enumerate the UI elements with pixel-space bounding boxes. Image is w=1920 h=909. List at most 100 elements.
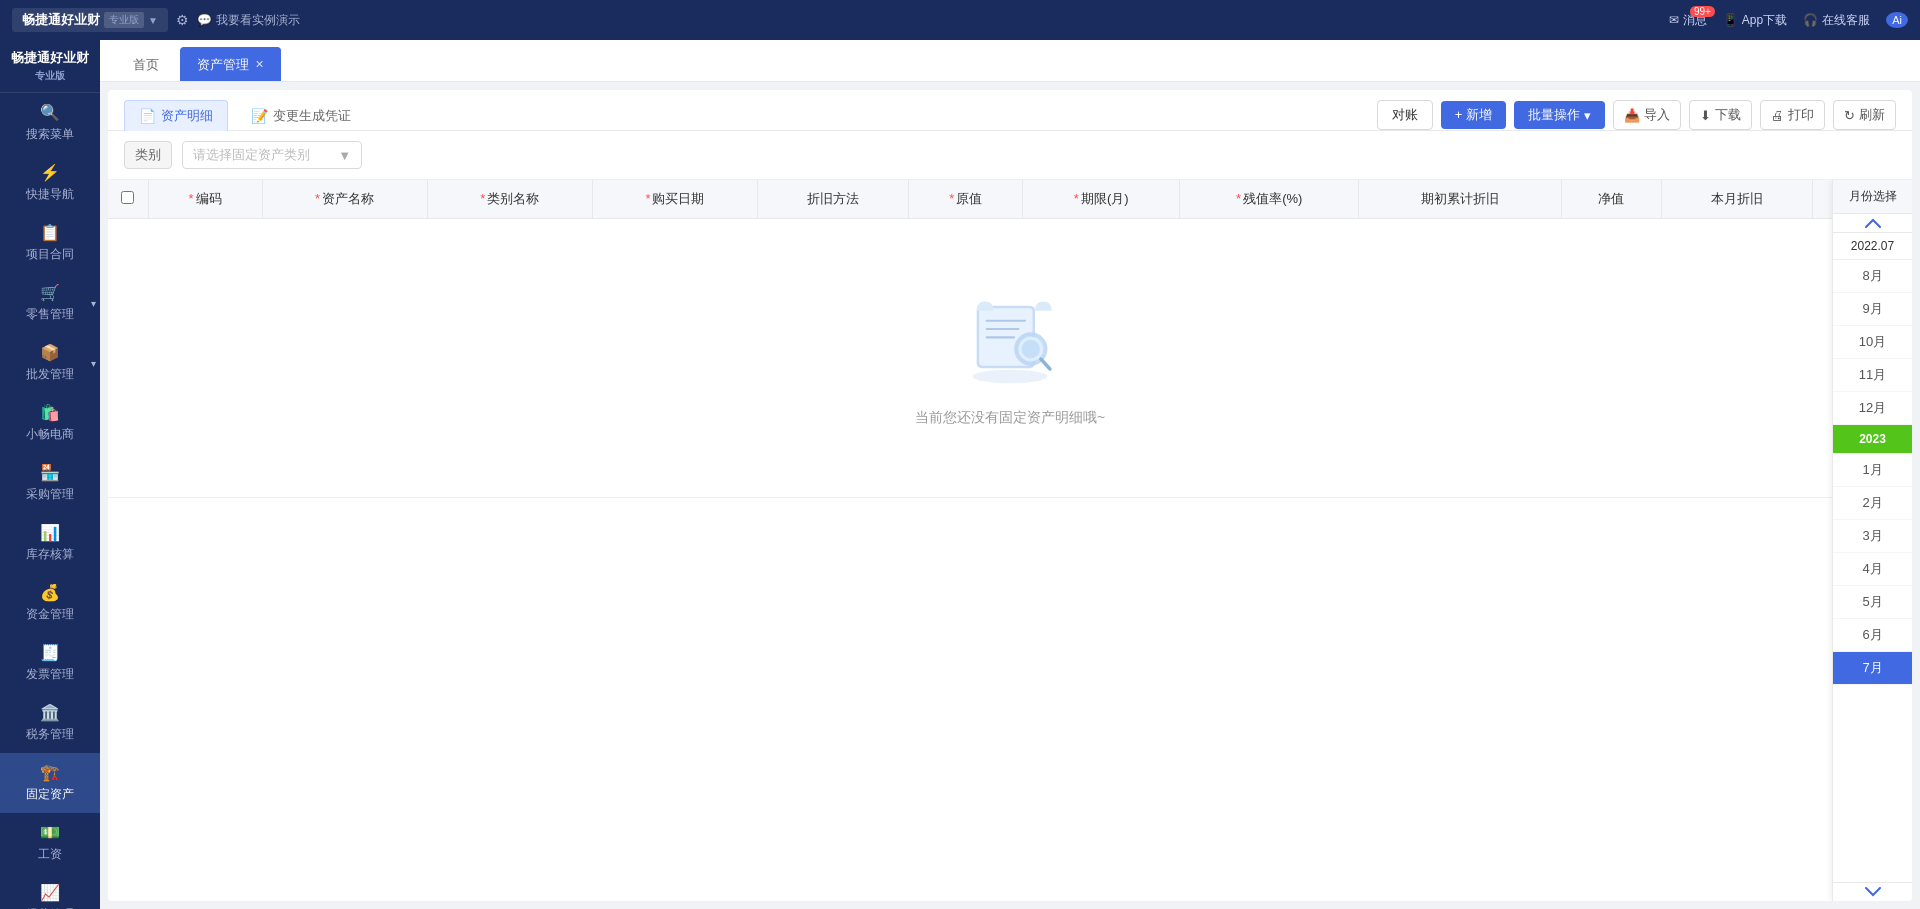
print-icon: 🖨 <box>1771 108 1784 123</box>
filter-bar: 类别 请选择固定资产类别 ▼ <box>108 131 1912 180</box>
sidebar-item-ecommerce[interactable]: 🛍️ 小畅电商 <box>0 393 100 453</box>
th-name: *资产名称 <box>262 180 427 219</box>
sidebar-item-finance[interactable]: 💰 资金管理 <box>0 573 100 633</box>
sidebar-item-inventory[interactable]: 📊 库存核算 <box>0 513 100 573</box>
management-icon: 📈 <box>40 883 60 902</box>
month-3[interactable]: 3月 <box>1833 520 1912 553</box>
sidebar-label-fixed: 固定资产 <box>26 786 74 803</box>
batch-button[interactable]: 批量操作 ▾ <box>1514 101 1605 129</box>
empty-illustration <box>950 289 1070 389</box>
month-6[interactable]: 6月 <box>1833 619 1912 652</box>
sidebar-label-wholesale: 批发管理 <box>26 366 74 383</box>
dropdown-icon: ▼ <box>148 15 158 26</box>
empty-state: 当前您还没有固定资产明细哦~ <box>120 229 1900 487</box>
sidebar-label-salary: 工资 <box>38 846 62 863</box>
month-list: 8月 9月 10月 11月 12月 2023 1月 2月 3月 4月 5月 6月… <box>1833 260 1912 882</box>
month-11[interactable]: 11月 <box>1833 359 1912 392</box>
logo-text: 畅捷通好业财 <box>8 50 92 67</box>
refresh-button[interactable]: ↻ 刷新 <box>1833 100 1896 130</box>
month-panel-up-arrow[interactable] <box>1833 214 1912 233</box>
change-voucher-icon: 📝 <box>251 108 268 124</box>
th-period: *期限(月) <box>1023 180 1180 219</box>
download-button[interactable]: ⬇ 下载 <box>1689 100 1752 130</box>
sidebar-logo: 畅捷通好业财 专业版 <box>0 40 100 93</box>
retail-arrow: ▾ <box>91 297 96 308</box>
sidebar-label-ecommerce: 小畅电商 <box>26 426 74 443</box>
month-5[interactable]: 5月 <box>1833 586 1912 619</box>
project-icon: 📋 <box>40 223 60 242</box>
toolbar-right: 对账 + 新增 批量操作 ▾ 📥 导入 ⬇ 下载 🖨 <box>1377 100 1896 130</box>
sidebar-item-fixed[interactable]: 🏗️ 固定资产 <box>0 753 100 813</box>
month-4[interactable]: 4月 <box>1833 553 1912 586</box>
user-avatar[interactable]: Ai <box>1886 12 1908 28</box>
print-button[interactable]: 🖨 打印 <box>1760 100 1825 130</box>
th-monthly-depreciation: 本月折旧 <box>1661 180 1812 219</box>
category-placeholder: 请选择固定资产类别 <box>193 146 310 164</box>
sidebar-item-shortcut[interactable]: ⚡ 快捷导航 <box>0 153 100 213</box>
tab-home[interactable]: 首页 <box>116 47 176 81</box>
top-bar: 畅捷通好业财 专业版 ▼ ⚙ 💬 我要看实例演示 ✉ 消息 99+ 📱 App下… <box>0 0 1920 40</box>
reconcile-button[interactable]: 对账 <box>1377 100 1433 130</box>
month-1[interactable]: 1月 <box>1833 454 1912 487</box>
ecommerce-icon: 🛍️ <box>40 403 60 422</box>
sidebar-item-retail[interactable]: 🛒 零售管理 ▾ <box>0 273 100 333</box>
message-button[interactable]: ✉ 消息 99+ <box>1669 12 1707 29</box>
sub-tab-change-voucher[interactable]: 📝 变更生成凭证 <box>236 100 366 131</box>
empty-message: 当前您还没有固定资产明细哦~ <box>915 409 1105 427</box>
month-10[interactable]: 10月 <box>1833 326 1912 359</box>
month-8[interactable]: 8月 <box>1833 260 1912 293</box>
category-dropdown-icon: ▼ <box>338 148 351 163</box>
main-layout: 畅捷通好业财 专业版 🔍 搜索菜单 ⚡ 快捷导航 📋 项目合同 🛒 零售管理 ▾… <box>0 40 1920 909</box>
tab-close-icon[interactable]: ✕ <box>255 58 264 71</box>
sidebar-label-project: 项目合同 <box>26 246 74 263</box>
asset-detail-icon: 📄 <box>139 108 156 124</box>
sidebar-item-project[interactable]: 📋 项目合同 <box>0 213 100 273</box>
tab-asset-management[interactable]: 资产管理 ✕ <box>180 47 281 81</box>
empty-cell: 当前您还没有固定资产明细哦~ <box>108 219 1912 498</box>
svg-point-0 <box>973 370 1048 383</box>
settings-icon[interactable]: ⚙ <box>176 12 189 28</box>
month-7-active[interactable]: 7月 <box>1833 652 1912 685</box>
company-name-text: 畅捷通好业财 <box>22 11 100 29</box>
purchase-icon: 🏪 <box>40 463 60 482</box>
retail-icon: 🛒 <box>40 283 60 302</box>
th-category: *类别名称 <box>427 180 592 219</box>
sidebar-label-search: 搜索菜单 <box>26 126 74 143</box>
sub-tab-asset-detail[interactable]: 📄 资产明细 <box>124 100 228 131</box>
finance-icon: 💰 <box>40 583 60 602</box>
add-button[interactable]: + 新增 <box>1441 101 1506 129</box>
month-panel-down-arrow[interactable] <box>1833 882 1912 901</box>
app-download-button[interactable]: 📱 App下载 <box>1723 12 1787 29</box>
sidebar-item-purchase[interactable]: 🏪 采购管理 <box>0 453 100 513</box>
sidebar-item-search[interactable]: 🔍 搜索菜单 <box>0 93 100 153</box>
sidebar-label-inventory: 库存核算 <box>26 546 74 563</box>
content-area: 首页 资产管理 ✕ 📄 资产明细 📝 变更生成凭证 <box>100 40 1920 909</box>
th-code: *编码 <box>148 180 262 219</box>
month-12[interactable]: 12月 <box>1833 392 1912 425</box>
top-bar-right: ✉ 消息 99+ 📱 App下载 🎧 在线客服 Ai <box>1669 12 1908 29</box>
sidebar-item-salary[interactable]: 💵 工资 <box>0 813 100 873</box>
online-service-button[interactable]: 🎧 在线客服 <box>1803 12 1870 29</box>
select-all-checkbox[interactable] <box>121 191 134 204</box>
sidebar-item-management[interactable]: 📈 经营管理 <box>0 873 100 909</box>
category-label: 类别 <box>124 141 172 169</box>
wholesale-icon: 📦 <box>40 343 60 362</box>
demo-link[interactable]: 💬 我要看实例演示 <box>197 12 300 29</box>
sidebar-item-invoice[interactable]: 🧾 发票管理 <box>0 633 100 693</box>
asset-table: *编码 *资产名称 *类别名称 *购买日期 折旧方法 *原值 *期限(月) *残… <box>108 180 1912 498</box>
year-2023-badge: 2023 <box>1833 425 1912 454</box>
sub-tab-change-voucher-label: 变更生成凭证 <box>273 107 351 125</box>
company-selector[interactable]: 畅捷通好业财 专业版 ▼ <box>12 8 168 32</box>
table-container: *编码 *资产名称 *类别名称 *购买日期 折旧方法 *原值 *期限(月) *残… <box>108 180 1912 901</box>
sidebar-item-wholesale[interactable]: 📦 批发管理 ▾ <box>0 333 100 393</box>
month-9[interactable]: 9月 <box>1833 293 1912 326</box>
sidebar-label-invoice: 发票管理 <box>26 666 74 683</box>
salary-icon: 💵 <box>40 823 60 842</box>
month-2[interactable]: 2月 <box>1833 487 1912 520</box>
refresh-icon: ↻ <box>1844 108 1855 123</box>
svg-line-9 <box>1041 359 1050 369</box>
import-button[interactable]: 📥 导入 <box>1613 100 1681 130</box>
version-badge: 专业版 <box>104 12 144 28</box>
category-select[interactable]: 请选择固定资产类别 ▼ <box>182 141 362 169</box>
sidebar-item-tax[interactable]: 🏛️ 税务管理 <box>0 693 100 753</box>
